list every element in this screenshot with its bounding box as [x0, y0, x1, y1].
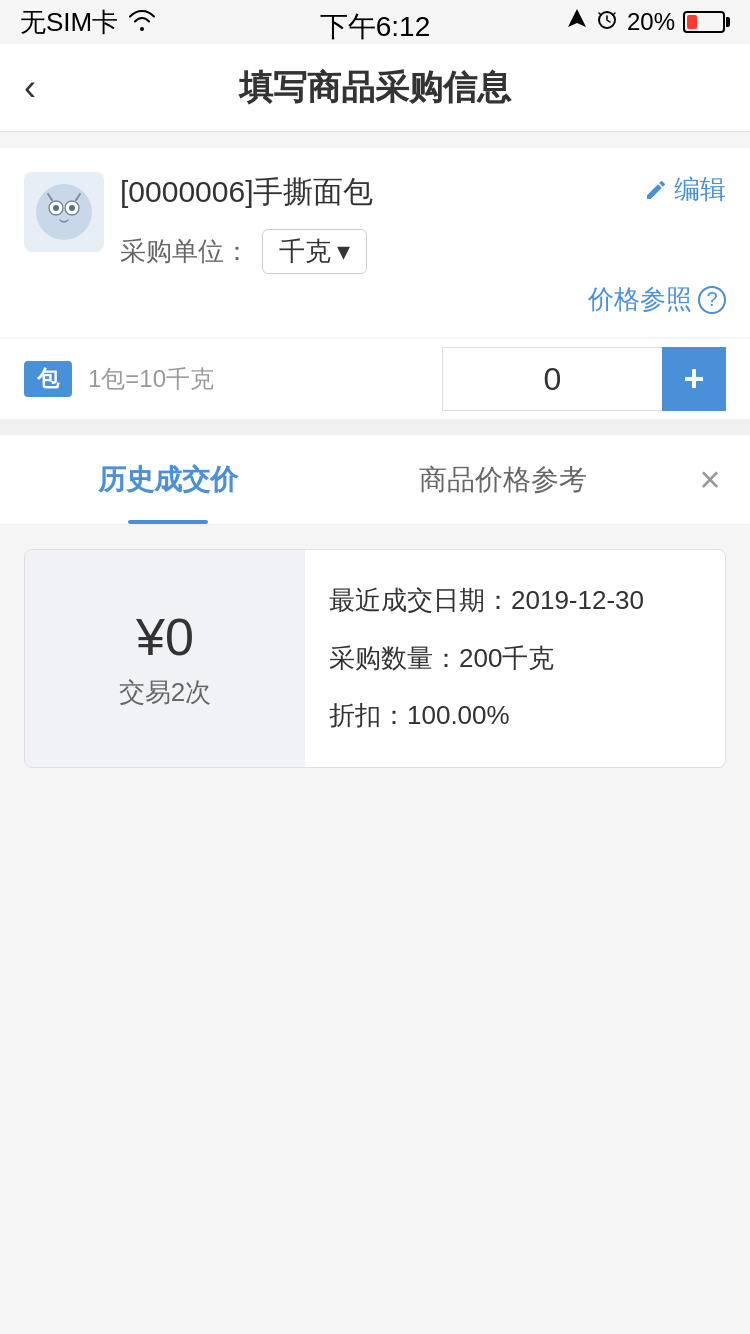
edit-button[interactable]: 编辑: [644, 172, 726, 207]
wifi-icon: [128, 7, 156, 38]
pkg-icon: 包: [24, 361, 72, 397]
discount-value: 100.00%: [407, 700, 510, 730]
discount-label: 折扣：: [329, 700, 407, 730]
pkg-label: 包: [37, 364, 59, 394]
tab-active-underline: [128, 520, 208, 524]
battery-icon: [683, 11, 730, 33]
signal-text: 无SIM卡: [20, 5, 118, 40]
quantity-section: 包 1包=10千克 +: [0, 339, 750, 419]
product-title: 手撕面包: [253, 175, 373, 208]
status-time: 下午6:12: [320, 8, 431, 46]
recent-date-row: 最近成交日期：2019-12-30: [329, 580, 701, 622]
unit-select[interactable]: 千克 ▾: [262, 229, 367, 274]
svg-point-1: [36, 184, 92, 240]
tab-close-button[interactable]: ×: [670, 459, 750, 501]
discount-row: 折扣：100.00%: [329, 695, 701, 737]
quantity-input[interactable]: [442, 347, 662, 411]
status-left: 无SIM卡: [20, 5, 156, 40]
recent-date-label: 最近成交日期：: [329, 585, 511, 615]
svg-point-5: [69, 205, 75, 211]
product-name: [0000006]手撕面包: [120, 172, 373, 213]
price-transactions: 交易2次: [119, 675, 211, 710]
unit-value: 千克: [279, 234, 331, 269]
price-ref-label: 价格参照: [588, 282, 692, 317]
tab1-label: 历史成交价: [98, 461, 238, 499]
price-card: ¥0 交易2次 最近成交日期：2019-12-30 采购数量：200千克 折扣：…: [24, 549, 726, 768]
svg-point-4: [53, 205, 59, 211]
tab2-label: 商品价格参考: [419, 461, 587, 499]
purchase-qty-row: 采购数量：200千克: [329, 638, 701, 680]
dropdown-arrow: ▾: [337, 236, 350, 267]
question-icon: ?: [698, 286, 726, 314]
back-button[interactable]: ‹: [24, 67, 36, 109]
price-details-panel: 最近成交日期：2019-12-30 采购数量：200千克 折扣：100.00%: [305, 550, 725, 767]
product-card: [0000006]手撕面包 采购单位： 千克 ▾ 编辑 价格参照 ?: [0, 148, 750, 337]
status-right: 20%: [567, 7, 730, 37]
product-id: [0000006]: [120, 175, 253, 208]
price-amount: ¥0: [136, 607, 194, 667]
tabs-row: 历史成交价 商品价格参考 ×: [0, 435, 750, 525]
price-ref-button[interactable]: 价格参照 ?: [588, 282, 726, 317]
price-summary-panel: ¥0 交易2次: [25, 550, 305, 767]
unit-hint: 1包=10千克: [88, 363, 214, 395]
unit-label: 采购单位：: [120, 234, 250, 269]
history-price-content: ¥0 交易2次 最近成交日期：2019-12-30 采购数量：200千克 折扣：…: [0, 525, 750, 1125]
tab-history-price[interactable]: 历史成交价: [0, 435, 335, 524]
alarm-icon: [595, 7, 619, 37]
edit-label: 编辑: [674, 172, 726, 207]
section-divider: [0, 419, 750, 435]
purchase-qty-value: 200千克: [459, 643, 554, 673]
recent-date-value: 2019-12-30: [511, 585, 644, 615]
status-bar: 无SIM卡 下午6:12 20%: [0, 0, 750, 44]
purchase-qty-label: 采购数量：: [329, 643, 459, 673]
battery-percent: 20%: [627, 8, 675, 36]
quantity-plus-button[interactable]: +: [662, 347, 726, 411]
product-logo: [24, 172, 104, 252]
page-title: 填写商品采购信息: [239, 65, 511, 111]
nav-bar: ‹ 填写商品采购信息: [0, 44, 750, 132]
tab-price-reference[interactable]: 商品价格参考: [335, 435, 670, 524]
location-icon: [567, 8, 587, 36]
